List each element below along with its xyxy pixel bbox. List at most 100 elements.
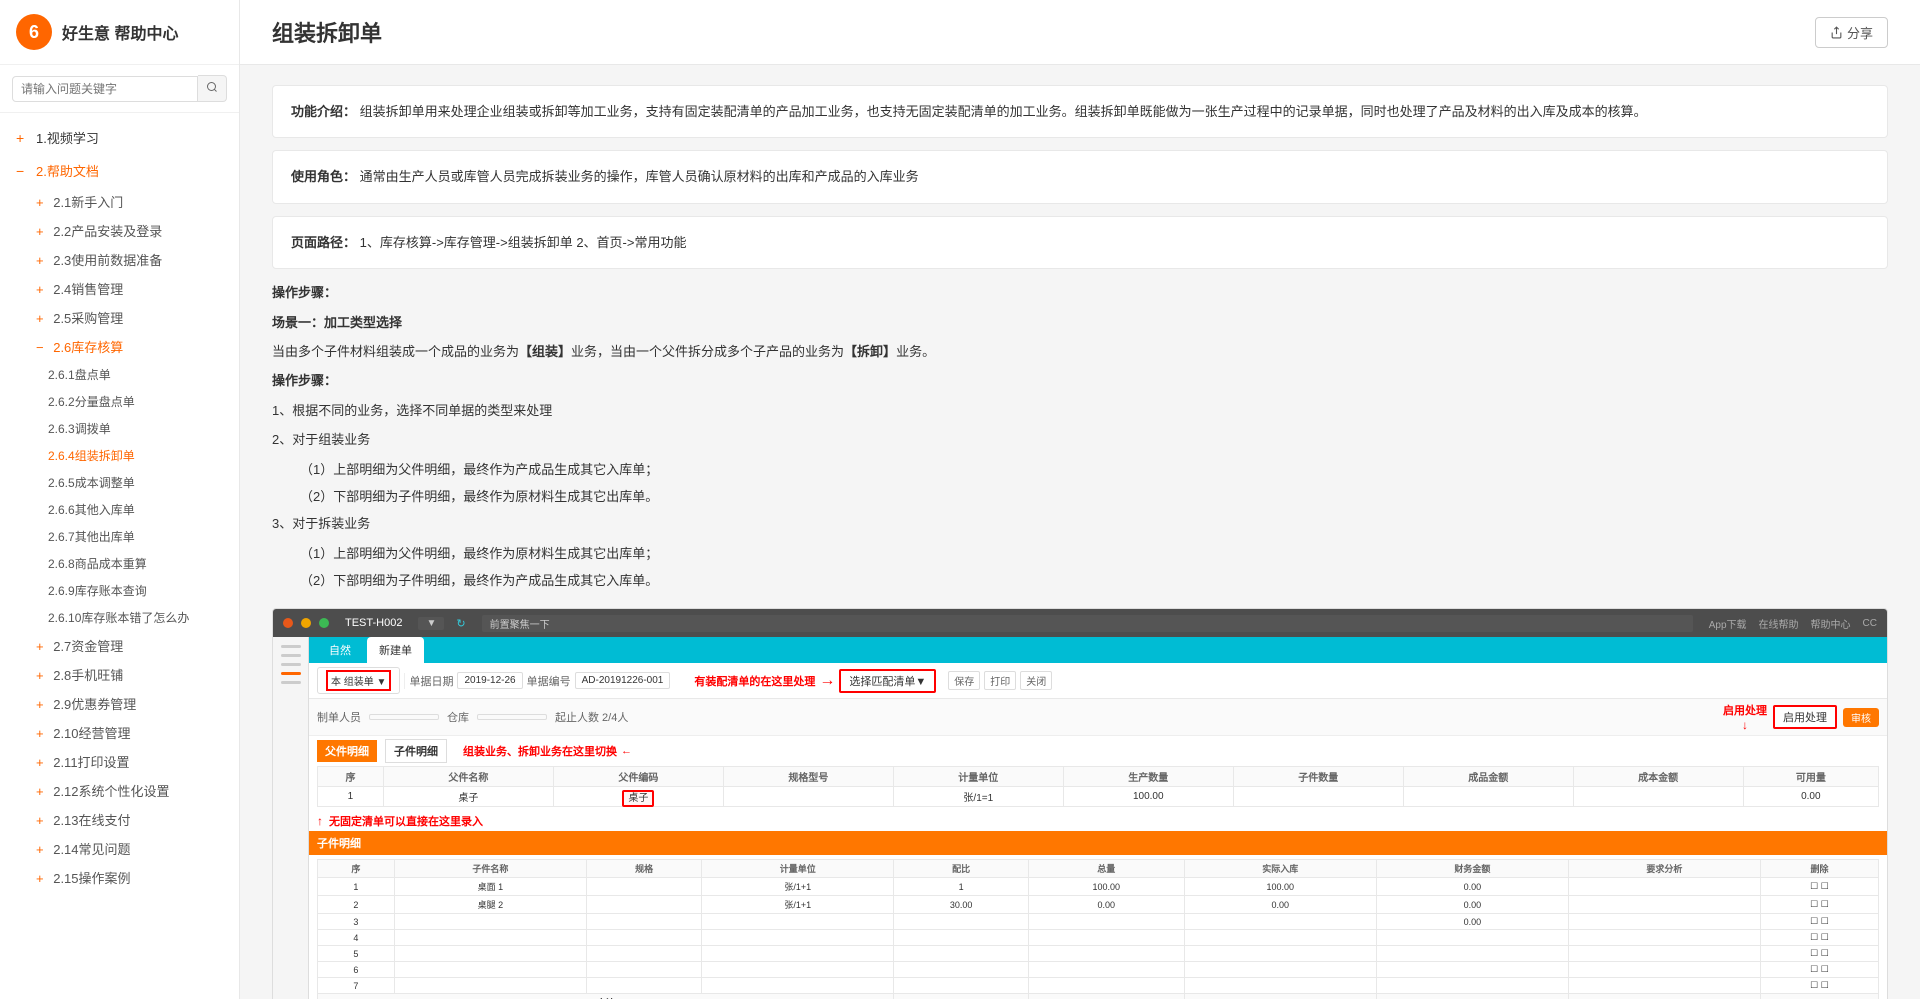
td-prod-qty: 100.00 [1063, 787, 1233, 807]
sidebar-item-2-6-7[interactable]: 2.6.7其他出库单 [0, 523, 239, 550]
th-prod-qty: 生产数量 [1063, 767, 1233, 787]
mock-parent-tab[interactable]: 父件明细 [317, 740, 377, 762]
mock-nav-line4 [281, 681, 301, 684]
role-box: 使用角色： 通常由生产人员或库管人员完成拆装业务的操作，库管人员确认原材料的出库… [272, 150, 1888, 203]
mock-tab-1[interactable]: 自然 [317, 637, 363, 663]
sidebar-item-2-6-8[interactable]: 2.6.8商品成本重算 [0, 550, 239, 577]
sub-th-actual: 实际入库 [1184, 860, 1376, 878]
annotation2-area: 父件明细 子件明细 组装业务、拆卸业务在这里切换 ← [309, 736, 1887, 766]
sidebar-item-2-2[interactable]: + 2.2产品安装及登录 [0, 216, 239, 245]
sidebar-item-2-15[interactable]: + 2.15操作案例 [0, 863, 239, 892]
sidebar-item-2-13[interactable]: + 2.13在线支付 [0, 805, 239, 834]
mock-nav-line2 [281, 654, 301, 657]
sub-table-row-1: 1 桌面 1 张/1+1 1 100.00 100.00 0.00 [318, 878, 1879, 896]
mock-apply-btn[interactable]: 启用处理 [1773, 705, 1837, 729]
mock-type-select[interactable]: 本 组装单 ▼ [317, 667, 400, 694]
step2: 2、对于组装业务 [272, 428, 1888, 451]
sidebar-item-2-14[interactable]: + 2.14常见问题 [0, 834, 239, 863]
annotation3-area: 启用处理 ↓ 启用处理 审核 [1723, 702, 1879, 732]
mock-child-tab[interactable]: 子件明细 [385, 739, 447, 763]
th-parent-name: 父件名称 [383, 767, 553, 787]
sidebar-item-2-6-4[interactable]: 2.6.4组装拆卸单 [0, 442, 239, 469]
url-bar: 前置聚焦一下 [482, 615, 1693, 632]
step3-sub2: （2）下部明细为子件明细，最终作为产成品生成其它入库单。 [272, 569, 1888, 592]
sidebar-item-video[interactable]: + 1.视频学习 [0, 121, 239, 154]
mock-date-field[interactable]: 2019-12-26 [457, 672, 522, 689]
sidebar-item-2-1-plus: + [36, 195, 44, 210]
sub-table-row-3: 3 0.00 ☐ ☐ [318, 914, 1879, 930]
sidebar-item-2-12[interactable]: + 2.12系统个性化设置 [0, 776, 239, 805]
td-parent-code: 桌子 [553, 787, 723, 807]
search-input[interactable] [12, 76, 198, 102]
sidebar-item-2-6-2[interactable]: 2.6.2分量盘点单 [0, 388, 239, 415]
mock-layout: 自然 新建单 本 组装单 ▼ 单据日期 [273, 637, 1887, 999]
mock-save-btn[interactable]: 保存 [948, 671, 980, 690]
annotation1-area: 有装配清单的在这里处理 → 选择匹配清单▼ [694, 669, 936, 693]
sub-th-name: 子件名称 [394, 860, 586, 878]
nav-section-1: + 1.视频学习 [0, 121, 239, 154]
parent-code-input[interactable]: 桌子 [622, 790, 654, 807]
mock-close-btn[interactable]: 关闭 [1020, 671, 1052, 690]
sidebar-item-2-6-10[interactable]: 2.6.10库存账本错了怎么办 [0, 604, 239, 631]
logo-icon: 6 [16, 14, 52, 50]
mock-main-table: 序 父件名称 父件编码 规格型号 计量单位 生产数量 子件数量 成品金额 成本金 [317, 766, 1879, 807]
td-spec [723, 787, 893, 807]
sub-section-label: 子件明细 [317, 838, 361, 850]
th-sub-qty: 子件数量 [1233, 767, 1403, 787]
action-buttons: 保存 打印 关闭 [948, 671, 1052, 690]
plus-icon: + [16, 131, 30, 145]
mock-processing-btn[interactable]: 选择匹配清单▼ [839, 669, 936, 693]
left-arrow-icon: ← [621, 745, 632, 757]
search-button[interactable] [198, 75, 227, 102]
annotation2-text: 组装业务、拆卸业务在这里切换 [463, 743, 617, 759]
screenshot-container: TEST-H002 ▼ ↻ 前置聚焦一下 App下载 在线帮助 帮助中心 CC [272, 608, 1888, 999]
screenshot-mock: TEST-H002 ▼ ↻ 前置聚焦一下 App下载 在线帮助 帮助中心 CC [273, 609, 1887, 999]
sidebar-item-2-11[interactable]: + 2.11打印设置 [0, 747, 239, 776]
mock-audit-btn[interactable]: 审核 [1843, 708, 1879, 727]
mock-print-btn[interactable]: 打印 [984, 671, 1016, 690]
sidebar-item-2-6-1[interactable]: 2.6.1盘点单 [0, 361, 239, 388]
mock-num-field[interactable]: AD-20191226-001 [575, 672, 671, 689]
help-icon: 在线帮助 [1759, 616, 1799, 631]
sidebar-item-2-9[interactable]: + 2.9优惠券管理 [0, 689, 239, 718]
mock-form-row2: 制单人员 仓库 起止人数 2/4人 启用处理 ↓ [309, 699, 1887, 736]
sidebar-item-2-10[interactable]: + 2.10经营管理 [0, 718, 239, 747]
step2-sub1: （1）上部明细为父件明细，最终作为产成品生成其它入库单； [272, 458, 1888, 481]
mock-tab-2[interactable]: 新建单 [367, 637, 424, 663]
mock-warehouse-field[interactable] [477, 714, 547, 720]
sidebar-item-2-3[interactable]: + 2.3使用前数据准备 [0, 245, 239, 274]
role-label: 使用角色： [291, 169, 356, 184]
mock-sub-table: 序 子件名称 规格 计量单位 配比 总量 实际入库 财务金额 要求分析 [317, 859, 1879, 999]
mock-form-toolbar: 本 组装单 ▼ 单据日期 2019-12-26 单据编号 AD-20191226… [309, 663, 1887, 699]
max-dot [319, 618, 329, 628]
sidebar-item-2-6-5[interactable]: 2.6.5成本调整单 [0, 469, 239, 496]
mock-table-container: 序 父件名称 父件编码 规格型号 计量单位 生产数量 子件数量 成品金额 成本金 [309, 766, 1887, 811]
sub-table-row-6: 6 ☐ ☐ [318, 962, 1879, 978]
sidebar-item-2-4[interactable]: + 2.4销售管理 [0, 274, 239, 303]
th-spec: 规格型号 [723, 767, 893, 787]
sidebar-item-2-7[interactable]: + 2.7资金管理 [0, 631, 239, 660]
sidebar-item-help[interactable]: − 2.帮助文档 [0, 154, 239, 187]
sidebar-item-2-6-6[interactable]: 2.6.6其他入库单 [0, 496, 239, 523]
th-parent-code: 父件编码 [553, 767, 723, 787]
mock-nav-line3 [281, 663, 301, 666]
sidebar-item-2-6-3[interactable]: 2.6.3调拨单 [0, 415, 239, 442]
sub-th-unit: 计量单位 [702, 860, 894, 878]
sidebar-item-2-8[interactable]: + 2.8手机旺铺 [0, 660, 239, 689]
share-button[interactable]: 分享 [1815, 17, 1888, 48]
mock-titlebar: TEST-H002 ▼ ↻ 前置聚焦一下 App下载 在线帮助 帮助中心 CC [273, 609, 1887, 637]
mock-person-field[interactable] [369, 714, 439, 720]
type-select-box: 本 组装单 ▼ [326, 670, 391, 691]
th-cost-amt: 成本金额 [1573, 767, 1743, 787]
mock-sub-table-container: 序 子件名称 规格 计量单位 配比 总量 实际入库 财务金额 要求分析 [309, 855, 1887, 999]
sidebar-item-2-1[interactable]: + 2.1新手入门 [0, 187, 239, 216]
sidebar-item-2-6-9[interactable]: 2.6.9库存账本查询 [0, 577, 239, 604]
mock-form-area: 自然 新建单 本 组装单 ▼ 单据日期 [309, 637, 1887, 999]
arrow-right-icon: → [819, 672, 835, 690]
appstore-icon: App下载 [1709, 616, 1747, 631]
sub-th-finance: 财务金额 [1376, 860, 1568, 878]
main-area: 组装拆卸单 分享 功能介绍： 组装拆卸单用来处理企业组装或拆卸等加工业务，支持有… [240, 0, 1920, 999]
main-content: 功能介绍： 组装拆卸单用来处理企业组装或拆卸等加工业务，支持有固定装配清单的产品… [240, 65, 1920, 999]
sidebar-item-2-5[interactable]: + 2.5采购管理 [0, 303, 239, 332]
sidebar-item-2-6[interactable]: − 2.6库存核算 [0, 332, 239, 361]
